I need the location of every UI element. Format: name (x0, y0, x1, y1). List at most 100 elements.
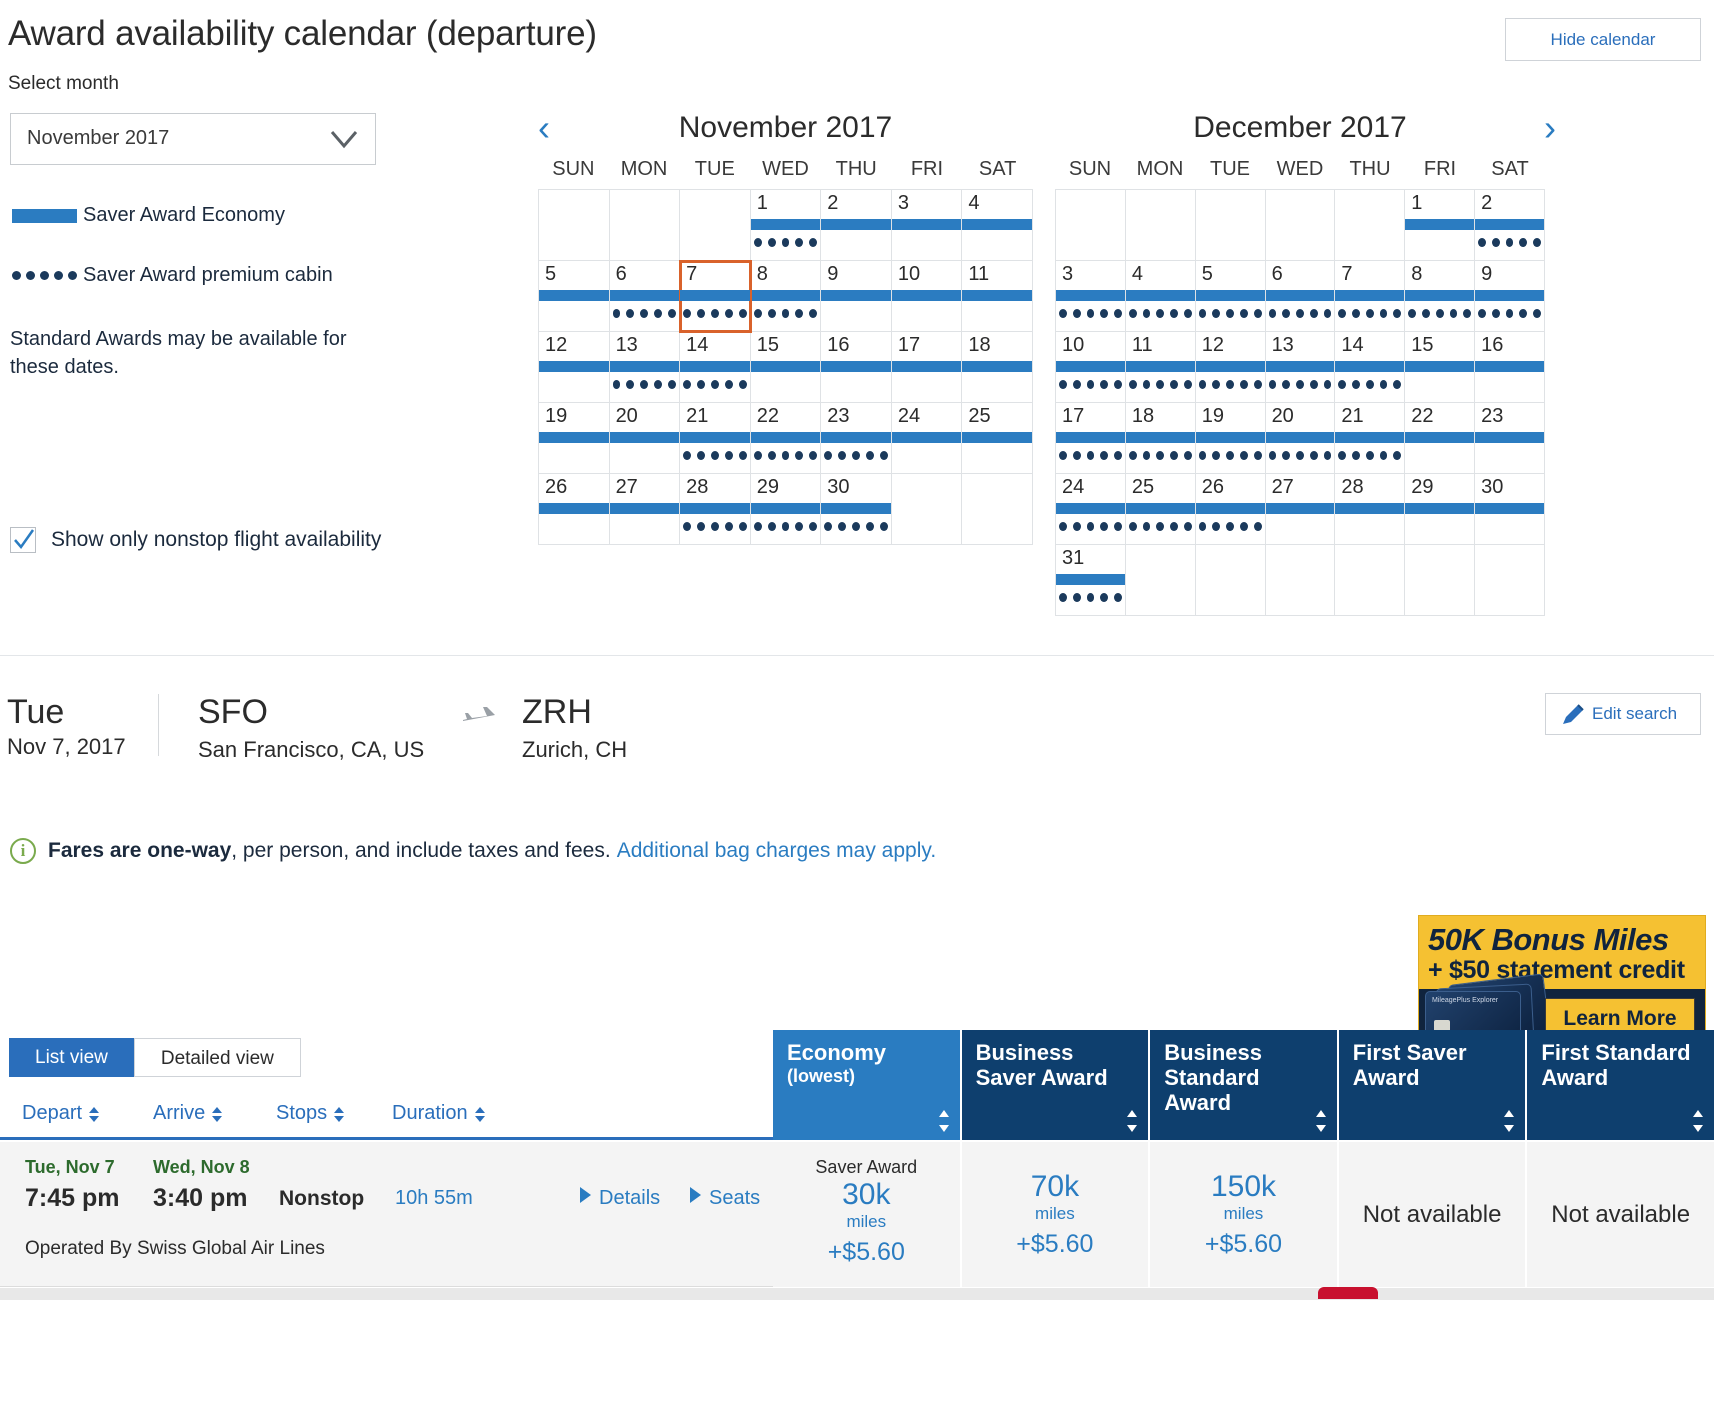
fare-cell[interactable]: 150k miles +$5.60 (1150, 1142, 1339, 1287)
calendar-day-cell[interactable]: 23 (821, 403, 892, 474)
saver-economy-bar (1125, 432, 1195, 443)
calendar-day-cell[interactable]: 24 (1056, 474, 1126, 545)
calendar-day-cell[interactable]: 10 (1056, 332, 1126, 403)
calendar-day-cell[interactable]: 5 (1195, 261, 1266, 332)
calendar-day-cell[interactable]: 17 (1056, 403, 1126, 474)
nonstop-filter-row[interactable]: Show only nonstop flight availability (10, 527, 381, 553)
calendar-day-cell[interactable]: 30 (1475, 474, 1545, 545)
calendar-day-cell[interactable]: 3 (891, 190, 963, 261)
sort-icon[interactable] (1315, 1110, 1327, 1132)
calendar-day-cell[interactable]: 15 (750, 332, 822, 403)
fare-column-header[interactable]: Business Standard Award (1150, 1030, 1339, 1140)
hide-calendar-button[interactable]: Hide calendar (1505, 18, 1701, 61)
calendar-day-cell[interactable]: 29 (1405, 474, 1476, 545)
saver-premium-dots (1059, 521, 1122, 531)
column-header-arrive[interactable]: Arrive (153, 1102, 223, 1125)
calendar-day-cell[interactable]: 19 (539, 403, 610, 474)
calendar-day-cell[interactable]: 8 (1405, 261, 1476, 332)
flight-details-link[interactable]: Details (580, 1187, 660, 1210)
calendar-day-cell[interactable]: 4 (1125, 261, 1196, 332)
calendar-day-cell[interactable]: 21 (680, 403, 751, 474)
flight-seats-link[interactable]: Seats (690, 1187, 760, 1210)
calendar-day-cell[interactable]: 17 (891, 332, 963, 403)
fare-column-header[interactable]: First Saver Award (1338, 1030, 1528, 1140)
calendar-day-cell[interactable]: 19 (1195, 403, 1266, 474)
calendar-day-cell[interactable]: 16 (1475, 332, 1545, 403)
calendar-day-cell[interactable]: 12 (1195, 332, 1266, 403)
calendar-day-cell[interactable]: 10 (891, 261, 963, 332)
promo-ad-banner[interactable]: 50K Bonus Miles + $50 statement credit M… (1418, 915, 1706, 1048)
calendar-day-cell[interactable]: 7 (1335, 261, 1406, 332)
calendar-day-cell[interactable]: 2 (821, 190, 892, 261)
bag-charges-link[interactable]: Additional bag charges may apply. (617, 839, 936, 863)
calendar-day-cell[interactable]: 1 (750, 190, 822, 261)
calendar-day-cell[interactable]: 27 (609, 474, 681, 545)
month-select-dropdown[interactable]: November 2017 (10, 113, 376, 165)
calendar-day-cell[interactable]: 22 (750, 403, 822, 474)
calendar-day-cell[interactable]: 9 (1475, 261, 1545, 332)
sort-icon[interactable] (474, 1104, 486, 1124)
calendar-day-cell[interactable]: 26 (1195, 474, 1266, 545)
calendar-day-cell[interactable]: 16 (821, 332, 892, 403)
calendar-day-cell[interactable]: 31 (1056, 545, 1126, 616)
calendar-day-cell[interactable]: 29 (750, 474, 822, 545)
calendar-day-cell[interactable]: 5 (539, 261, 610, 332)
calendar-day-cell[interactable]: 2 (1475, 190, 1545, 261)
fare-column-header[interactable]: Economy (lowest) (773, 1030, 962, 1140)
calendar-day-cell[interactable]: 1 (1405, 190, 1476, 261)
sort-icon[interactable] (1127, 1110, 1138, 1132)
sort-icon[interactable] (938, 1110, 950, 1132)
calendar-day-cell[interactable]: 28 (1335, 474, 1406, 545)
tab-list-view[interactable]: List view (9, 1038, 134, 1077)
calendar-day-cell[interactable]: 24 (891, 403, 963, 474)
calendar-day-cell[interactable]: 30 (821, 474, 892, 545)
column-header-stops[interactable]: Stops (276, 1102, 345, 1125)
calendar-day-cell[interactable]: 11 (1125, 332, 1196, 403)
calendar-day-cell[interactable]: 20 (609, 403, 681, 474)
calendar-day-cell[interactable]: 21 (1335, 403, 1406, 474)
calendar-day-cell[interactable]: 11 (962, 261, 1033, 332)
calendar-day-cell[interactable]: 14 (680, 332, 751, 403)
calendar-day-cell[interactable]: 18 (1125, 403, 1196, 474)
calendar-day-cell[interactable]: 4 (962, 190, 1033, 261)
calendar-day-cell[interactable]: 26 (539, 474, 610, 545)
column-header-depart[interactable]: Depart (22, 1102, 100, 1125)
calendar-day-cell[interactable]: 12 (539, 332, 610, 403)
calendar-day-cell[interactable]: 22 (1405, 403, 1476, 474)
calendar-day-cell[interactable]: 7 (679, 260, 752, 333)
calendar-day-cell[interactable]: 28 (680, 474, 751, 545)
legend-premium-swatch (12, 269, 80, 281)
fares-notice: i Fares are one-way, per person, and inc… (10, 838, 936, 864)
calendar-day-cell[interactable]: 3 (1056, 261, 1126, 332)
sort-icon[interactable] (212, 1104, 223, 1124)
fare-column-header[interactable]: Business Saver Award (961, 1030, 1151, 1140)
calendar-day-cell[interactable]: 15 (1405, 332, 1476, 403)
calendar-day-cell[interactable]: 6 (609, 261, 681, 332)
saver-economy-bar (1335, 361, 1405, 372)
calendar-day-cell[interactable]: 23 (1475, 403, 1545, 474)
next-month-arrow-icon[interactable]: › (1544, 110, 1556, 146)
calendar-day-cell[interactable]: 14 (1335, 332, 1406, 403)
calendar-day-cell[interactable]: 20 (1265, 403, 1336, 474)
tab-detailed-view[interactable]: Detailed view (133, 1038, 301, 1077)
nonstop-checkbox[interactable] (10, 527, 36, 553)
calendar-day-cell[interactable]: 9 (821, 261, 892, 332)
calendar-day-cell[interactable]: 13 (1265, 332, 1336, 403)
sort-icon[interactable] (1504, 1110, 1515, 1132)
calendar-day-cell[interactable]: 25 (1125, 474, 1196, 545)
fare-column-header[interactable]: First Standard Award (1527, 1030, 1714, 1140)
calendar-day-cell[interactable]: 13 (609, 332, 681, 403)
calendar-day-cell[interactable]: 18 (962, 332, 1033, 403)
sort-icon[interactable] (334, 1104, 345, 1124)
sort-icon[interactable] (89, 1104, 100, 1124)
fare-cell[interactable]: 70k miles +$5.60 (961, 1142, 1151, 1287)
calendar-day-cell[interactable]: 6 (1265, 261, 1336, 332)
calendar-day-cell[interactable]: 27 (1265, 474, 1336, 545)
calendar-day-cell[interactable]: 8 (750, 261, 822, 332)
column-header-duration[interactable]: Duration (392, 1102, 486, 1125)
sort-icon[interactable] (1692, 1110, 1704, 1132)
edit-search-button[interactable]: Edit search (1545, 693, 1701, 735)
fare-cell[interactable]: Saver Award 30k miles +$5.60 (773, 1142, 962, 1287)
flight-row[interactable]: Tue, Nov 7 Wed, Nov 8 7:45 pm 3:40 pm No… (0, 1142, 773, 1287)
calendar-day-cell[interactable]: 25 (962, 403, 1033, 474)
